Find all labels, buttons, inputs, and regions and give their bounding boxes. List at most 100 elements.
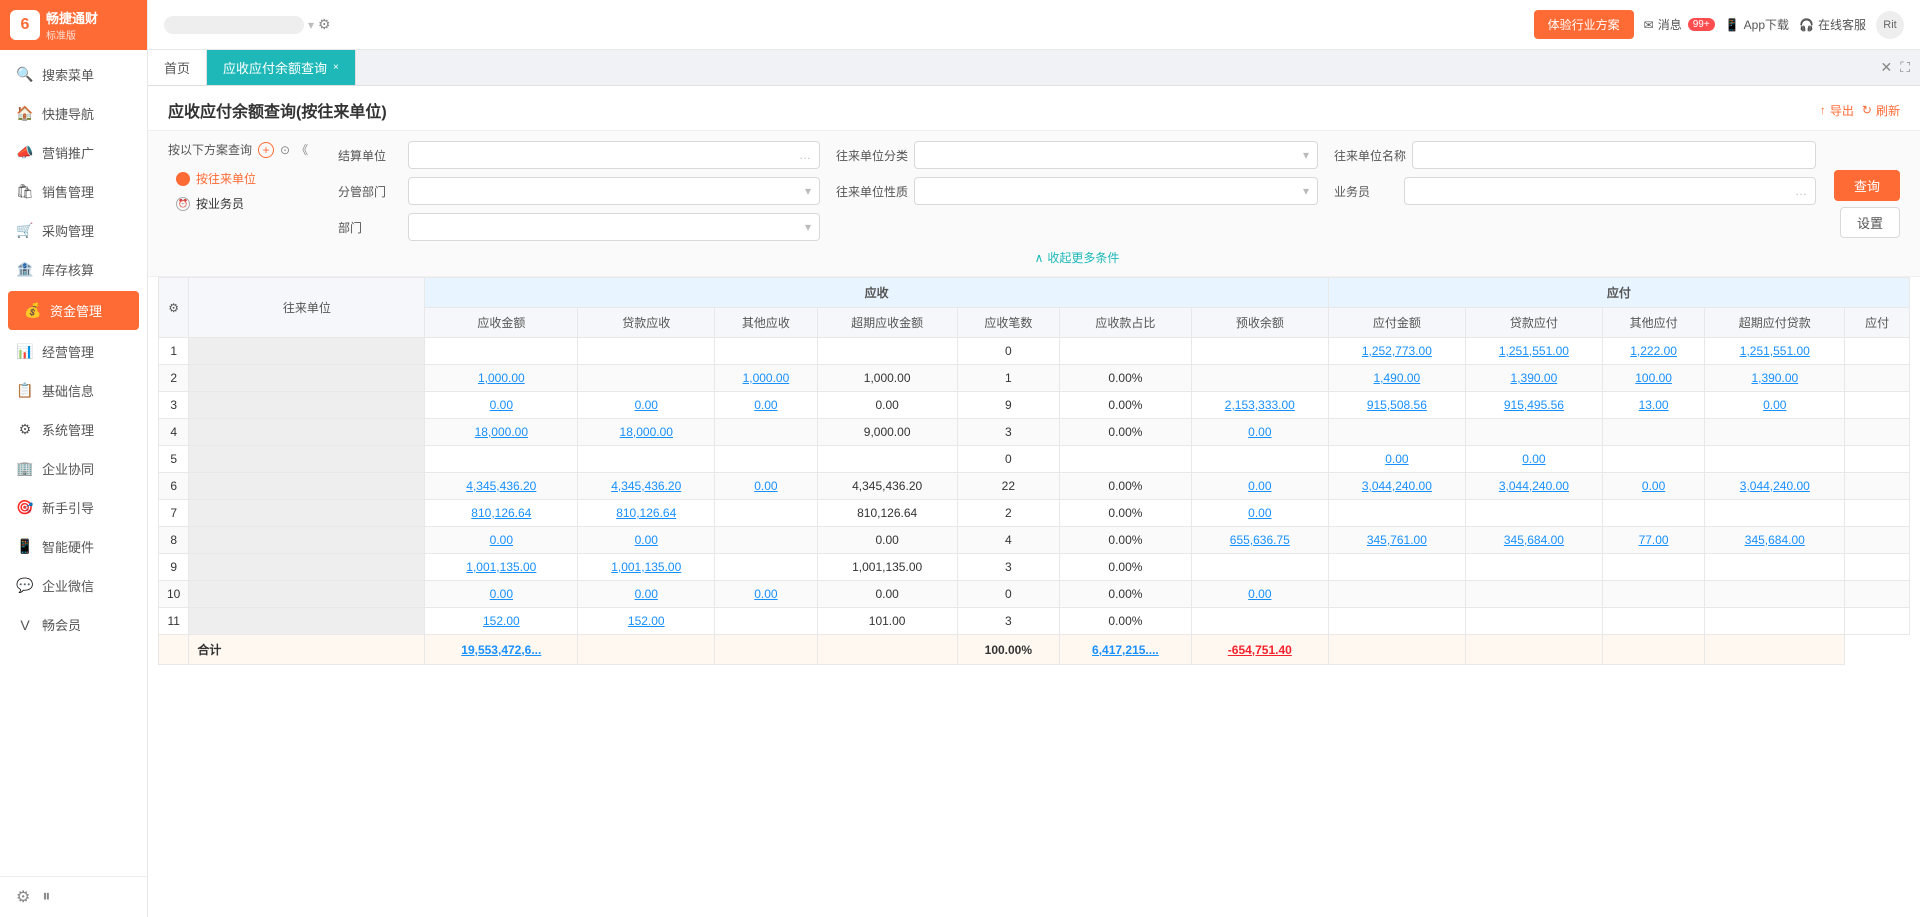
table-cell-link[interactable]: 77.00: [1602, 527, 1704, 554]
table-cell-link[interactable]: 1,222.00: [1602, 338, 1704, 365]
table-cell-link[interactable]: 810,126.64: [578, 500, 715, 527]
table-cell-link[interactable]: 0.00: [578, 527, 715, 554]
table-cell-link[interactable]: 1,390.00: [1705, 365, 1845, 392]
online-service-btn[interactable]: 🎧 在线客服: [1799, 16, 1866, 33]
table-cell-link[interactable]: 0.00: [1191, 500, 1328, 527]
table-cell-link[interactable]: 1,251,551.00: [1705, 338, 1845, 365]
table-cell-link[interactable]: 18,000.00: [578, 419, 715, 446]
table-cell-link[interactable]: 4,345,436.20: [578, 473, 715, 500]
table-cell-link[interactable]: 152.00: [425, 608, 578, 635]
scheme-salesman[interactable]: ⏰ 按业务员: [168, 191, 328, 216]
table-cell-link[interactable]: 0.00: [1191, 419, 1328, 446]
table-cell-link[interactable]: 0.00: [578, 392, 715, 419]
filter-department-input[interactable]: ▾: [408, 213, 820, 241]
settings-icon[interactable]: ⚙: [16, 887, 30, 907]
table-settings-icon[interactable]: ⚙: [168, 301, 179, 315]
filter-salesman-input[interactable]: …: [1404, 177, 1816, 205]
tab-home[interactable]: 首页: [148, 50, 207, 85]
settings-btn[interactable]: 设置: [1840, 207, 1900, 238]
total-rec-prepay[interactable]: 6,417,215....: [1060, 635, 1192, 665]
sidebar-item-system[interactable]: ⚙系统管理: [0, 410, 147, 449]
tab-close-icon[interactable]: ×: [333, 62, 339, 73]
table-cell-link[interactable]: 13.00: [1602, 392, 1704, 419]
table-cell-link[interactable]: 345,761.00: [1328, 527, 1465, 554]
window-close-icon[interactable]: ✕: [1880, 59, 1892, 76]
table-cell-link[interactable]: 0.00: [1191, 473, 1328, 500]
sidebar-item-guide[interactable]: 🎯新手引导: [0, 488, 147, 527]
export-btn[interactable]: ↑ 导出: [1820, 102, 1854, 119]
table-cell-link[interactable]: 0.00: [1602, 473, 1704, 500]
sidebar-item-sales[interactable]: 🛍销售管理: [0, 172, 147, 211]
table-cell-link[interactable]: 3,044,240.00: [1465, 473, 1602, 500]
table-cell-link[interactable]: 1,001,135.00: [425, 554, 578, 581]
message-btn[interactable]: ✉ 消息 99+: [1644, 16, 1715, 33]
table-cell-link[interactable]: 915,508.56: [1328, 392, 1465, 419]
table-cell-link[interactable]: 100.00: [1602, 365, 1704, 392]
sidebar-item-purchase[interactable]: 🛒采购管理: [0, 211, 147, 250]
add-scheme-btn[interactable]: +: [258, 142, 274, 158]
table-cell-link[interactable]: 0.00: [715, 392, 817, 419]
table-cell-link[interactable]: 1,252,773.00: [1328, 338, 1465, 365]
fullscreen-icon[interactable]: ⛶: [1900, 59, 1910, 76]
table-settings-col[interactable]: ⚙: [159, 278, 189, 338]
table-cell-link[interactable]: 0.00: [715, 473, 817, 500]
table-cell-link[interactable]: 3,044,240.00: [1705, 473, 1845, 500]
table-cell-link[interactable]: 1,001,135.00: [578, 554, 715, 581]
industry-solution-btn[interactable]: 体验行业方案: [1534, 10, 1634, 39]
collapse-icon[interactable]: ⏸: [42, 888, 50, 906]
app-download-btn[interactable]: 📱 App下载: [1725, 16, 1789, 33]
scheme-unit[interactable]: 按往来单位: [168, 166, 328, 191]
filter-unit-name-input[interactable]: [1412, 141, 1816, 169]
table-cell-link[interactable]: 3,044,240.00: [1328, 473, 1465, 500]
sidebar-item-inventory[interactable]: 🏦库存核算: [0, 250, 147, 289]
filter-unit-nature-input[interactable]: ▾: [914, 177, 1318, 205]
table-cell-link[interactable]: 0.00: [578, 581, 715, 608]
table-cell-link[interactable]: 152.00: [578, 608, 715, 635]
settings-icon[interactable]: ⚙: [318, 16, 331, 33]
table-cell-link[interactable]: 1,390.00: [1465, 365, 1602, 392]
table-cell-link[interactable]: 1,000.00: [715, 365, 817, 392]
sidebar-item-quick[interactable]: 🏠快捷导航: [0, 94, 147, 133]
total-rec-amount[interactable]: 19,553,472,6...: [425, 635, 578, 665]
table-cell-link[interactable]: 0.00: [1705, 392, 1845, 419]
table-cell-link[interactable]: 18,000.00: [425, 419, 578, 446]
table-cell-link[interactable]: 1,490.00: [1328, 365, 1465, 392]
table-cell-link[interactable]: 915,495.56: [1465, 392, 1602, 419]
collapse-scheme-btn[interactable]: 《: [296, 141, 308, 158]
collapse-filter-btn[interactable]: ∧ 收起更多条件: [1035, 249, 1120, 266]
filter-dept-input[interactable]: ▾: [408, 177, 820, 205]
sidebar-item-wechat[interactable]: 💬企业微信: [0, 566, 147, 605]
query-btn[interactable]: 查询: [1834, 170, 1900, 201]
table-cell-link[interactable]: 1,251,551.00: [1465, 338, 1602, 365]
finance-icon: 💰: [24, 302, 42, 319]
sidebar-item-corp[interactable]: 🏢企业协同: [0, 449, 147, 488]
table-cell-link[interactable]: 345,684.00: [1465, 527, 1602, 554]
filter-settlement-input[interactable]: …: [408, 141, 820, 169]
table-cell-link[interactable]: 4,345,436.20: [425, 473, 578, 500]
sidebar-item-finance[interactable]: 💰资金管理: [8, 291, 139, 330]
table-cell-link[interactable]: 0.00: [425, 581, 578, 608]
edit-scheme-btn[interactable]: ⊙: [280, 143, 290, 157]
sidebar-item-basic[interactable]: 📋基础信息: [0, 371, 147, 410]
sidebar-item-hardware[interactable]: 📱智能硬件: [0, 527, 147, 566]
total-pay-amount[interactable]: -654,751.40: [1191, 635, 1328, 665]
table-cell-link[interactable]: 345,684.00: [1705, 527, 1845, 554]
table-cell-link[interactable]: 0.00: [1328, 446, 1465, 473]
table-cell-link[interactable]: 810,126.64: [425, 500, 578, 527]
table-cell-link[interactable]: 0.00: [1191, 581, 1328, 608]
sidebar-item-search[interactable]: 🔍搜索菜单: [0, 55, 147, 94]
table-cell-link[interactable]: 0.00: [1465, 446, 1602, 473]
filter-unit-category-input[interactable]: ▾: [914, 141, 1318, 169]
table-cell-link[interactable]: 0.00: [425, 527, 578, 554]
user-avatar[interactable]: Rit: [1876, 11, 1904, 39]
table-cell-link[interactable]: 0.00: [715, 581, 817, 608]
table-cell-link[interactable]: 655,636.75: [1191, 527, 1328, 554]
table-cell-link[interactable]: 0.00: [425, 392, 578, 419]
sidebar-item-operation[interactable]: 📊经营管理: [0, 332, 147, 371]
sidebar-item-marketing[interactable]: 📣营销推广: [0, 133, 147, 172]
table-cell-link[interactable]: 1,000.00: [425, 365, 578, 392]
table-cell-link[interactable]: 2,153,333.00: [1191, 392, 1328, 419]
tab-active[interactable]: 应收应付余额查询 ×: [207, 50, 356, 85]
refresh-btn[interactable]: ↻ 刷新: [1862, 102, 1900, 119]
sidebar-item-member[interactable]: V畅会员: [0, 605, 147, 644]
